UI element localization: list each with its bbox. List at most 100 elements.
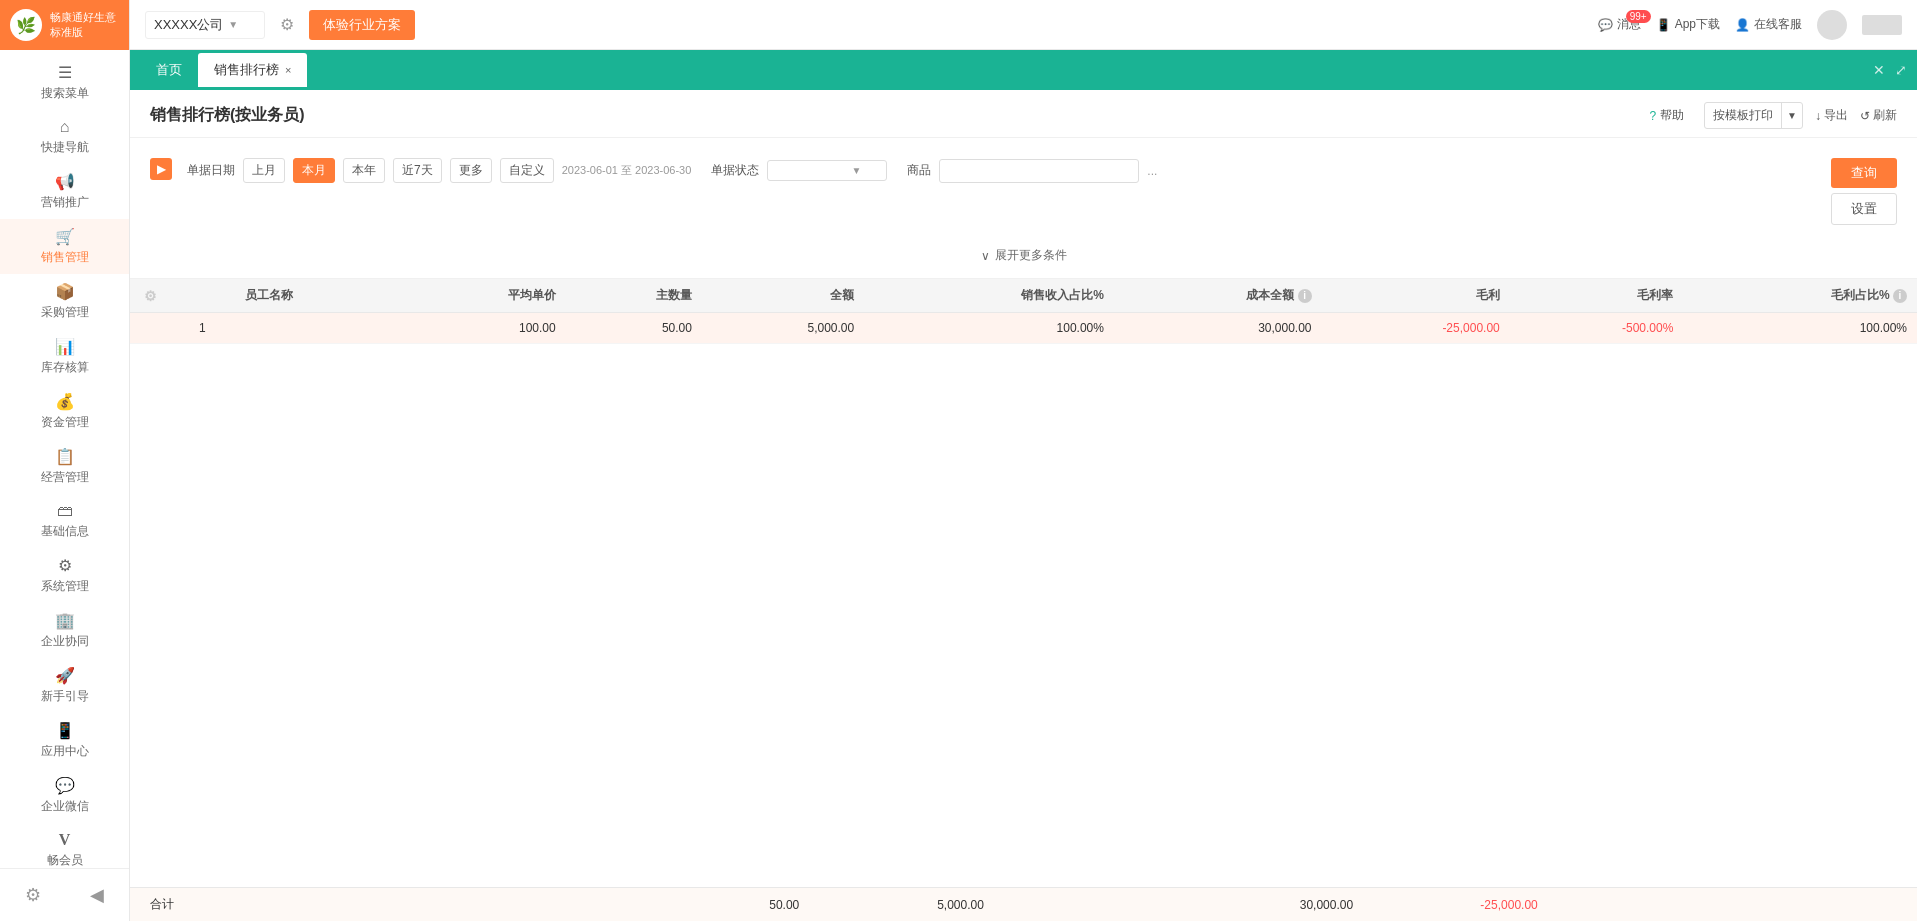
gross-pct-info-icon[interactable]: i [1893,289,1907,303]
sidebar-item-basic[interactable]: 🗃 基础信息 [0,494,129,548]
sidebar-item-member[interactable]: V 畅会员 [0,823,129,868]
tab-sales-ranking[interactable]: 销售排行榜 × [198,53,307,87]
sidebar-item-finance[interactable]: 💰 资金管理 [0,384,129,439]
sidebar-item-search-label: 搜索菜单 [41,85,89,102]
footer-row: 合计 50.00 5,000.00 30,000.00 -25,000.00 [130,888,1917,921]
footer-amount: 5,000.00 [799,898,984,912]
system-icon: ⚙ [58,556,72,575]
tabbar: 首页 销售排行榜 × ✕ ⤢ [130,50,1917,90]
logo-icon: 🌿 [10,9,42,41]
sidebar-item-purchase[interactable]: 📦 采购管理 [0,274,129,329]
col-avg-price: 平均单价 [400,279,565,313]
tab-maximize-icon[interactable]: ⤢ [1895,62,1907,78]
status-select[interactable]: ▼ [767,160,887,181]
refresh-button[interactable]: ↺ 刷新 [1860,107,1897,124]
sidebar: 🌿 畅康通好生意 标准版 ☰ 搜索菜单 ⌂ 快捷导航 📢 营销推广 🛒 销售管理… [0,0,130,921]
main-area: XXXXX公司 ▼ ⚙ 体验行业方案 💬 消息 99+ 📱 App下载 👤 在线… [130,0,1917,921]
refresh-icon: ↺ [1860,109,1870,123]
print-button[interactable]: 按模板打印 [1705,103,1782,128]
sidebar-item-system[interactable]: ⚙ 系统管理 [0,548,129,603]
sidebar-item-quick-nav[interactable]: ⌂ 快捷导航 [0,110,129,164]
message-badge: 99+ [1626,10,1651,23]
trial-button[interactable]: 体验行业方案 [309,10,415,40]
help-button[interactable]: ? 帮助 [1641,103,1692,128]
topbar-gear-icon[interactable]: ⚙ [280,15,294,34]
filter-cols: 单据日期 上月 本月 本年 近7天 更多 自定义 2023-06-01 至 20… [187,158,1816,183]
goods-input[interactable] [939,159,1139,183]
table-header-row: ⚙ 员工名称 平均单价 主数量 全额 销售收入占比% 成本全额 i 毛利 [130,279,1917,313]
filter-area: ▶ 单据日期 上月 本月 本年 近7天 更多 自定义 2023-06-01 至 … [130,138,1917,279]
sidebar-item-operation[interactable]: 📋 经营管理 [0,439,129,494]
col-cost: 成本全额 i [1114,279,1322,313]
row-gross-cell: -25,000.00 [1322,313,1510,344]
sidebar-item-inventory[interactable]: 📊 库存核算 [0,329,129,384]
date-btn-more[interactable]: 更多 [450,158,492,183]
goods-more-link[interactable]: ... [1147,164,1157,178]
sidebar-item-app-center[interactable]: 📱 应用中心 [0,713,129,768]
online-service-action[interactable]: 👤 在线客服 [1735,16,1802,33]
date-btn-this-year[interactable]: 本年 [343,158,385,183]
sidebar-item-enterprise[interactable]: 🏢 企业协同 [0,603,129,658]
tab-close-icon[interactable]: × [285,64,291,76]
query-button[interactable]: 查询 [1831,158,1897,188]
print-button-group: 按模板打印 ▼ [1704,102,1803,129]
sidebar-item-marketing[interactable]: 📢 营销推广 [0,164,129,219]
table-row: 1 100.00 50.00 5,000.00 100.00% 30,000.0… [130,313,1917,344]
avatar[interactable] [1817,10,1847,40]
col-gross-pct: 毛利占比% i [1683,279,1917,313]
sidebar-settings-btn[interactable]: ⚙ [20,879,46,911]
date-btn-this-month[interactable]: 本月 [293,158,335,183]
message-action[interactable]: 💬 消息 99+ [1598,16,1641,33]
refresh-label: 刷新 [1873,107,1897,124]
footer-cost: 30,000.00 [1169,898,1354,912]
company-name: XXXXX公司 [154,16,223,34]
row-cost-cell: 30,000.00 [1114,313,1322,344]
date-range-display: 2023-06-01 至 2023-06-30 [562,163,692,178]
company-selector[interactable]: XXXXX公司 ▼ [145,11,265,39]
date-btn-custom[interactable]: 自定义 [500,158,554,183]
col-employee: 员工名称 [235,279,400,313]
help-label: 帮助 [1660,107,1684,124]
sidebar-item-enterprise-label: 企业协同 [41,633,89,650]
app-download-action[interactable]: 📱 App下载 [1656,16,1720,33]
header-actions: ? 帮助 按模板打印 ▼ ↓ 导出 ↺ 刷新 [1641,102,1897,129]
export-icon: ↓ [1815,109,1821,123]
col-gross-rate: 毛利率 [1510,279,1684,313]
filter-collapse-arrow[interactable]: ▶ [150,158,172,180]
sidebar-collapse-btn[interactable]: ◀ [85,879,109,911]
tab-sales-ranking-label: 销售排行榜 [214,61,279,79]
goods-filter-group: 商品 ... [907,159,1157,183]
print-dropdown-arrow[interactable]: ▼ [1782,106,1802,125]
tab-home[interactable]: 首页 [140,53,198,87]
date-btn-last-month[interactable]: 上月 [243,158,285,183]
date-filter-label: 单据日期 [187,162,235,179]
tab-close-window-icon[interactable]: ✕ [1873,62,1885,78]
col-settings[interactable]: ⚙ [130,279,170,313]
sidebar-item-app-center-label: 应用中心 [41,743,89,760]
home-icon: ⌂ [60,118,70,136]
date-filter-group: 单据日期 上月 本月 本年 近7天 更多 自定义 2023-06-01 至 20… [187,158,691,183]
sidebar-item-wechat[interactable]: 💬 企业微信 [0,768,129,823]
app-download-label: App下载 [1675,16,1720,33]
settings-button[interactable]: 设置 [1831,193,1897,225]
date-btn-7days[interactable]: 近7天 [393,158,442,183]
expand-more-btn[interactable]: ∨ 展开更多条件 [981,247,1067,264]
col-sales-pct: 销售收入占比% [864,279,1114,313]
cost-info-icon[interactable]: i [1298,289,1312,303]
sidebar-item-search[interactable]: ☰ 搜索菜单 [0,55,129,110]
marketing-icon: 📢 [55,172,75,191]
sidebar-bottom: ⚙ ◀ [0,868,129,921]
sidebar-item-sales[interactable]: 🛒 销售管理 [0,219,129,274]
status-select-arrow: ▼ [851,165,861,176]
sidebar-item-inventory-label: 库存核算 [41,359,89,376]
sidebar-item-guide[interactable]: 🚀 新手引导 [0,658,129,713]
enterprise-icon: 🏢 [55,611,75,630]
table-settings-icon[interactable]: ⚙ [144,288,157,304]
tabbar-right: ✕ ⤢ [1873,62,1907,78]
export-button[interactable]: ↓ 导出 [1815,107,1848,124]
topbar: XXXXX公司 ▼ ⚙ 体验行业方案 💬 消息 99+ 📱 App下载 👤 在线… [130,0,1917,50]
user-name-area [1862,15,1902,35]
finance-icon: 💰 [55,392,75,411]
wechat-icon: 💬 [55,776,75,795]
sidebar-item-operation-label: 经营管理 [41,469,89,486]
